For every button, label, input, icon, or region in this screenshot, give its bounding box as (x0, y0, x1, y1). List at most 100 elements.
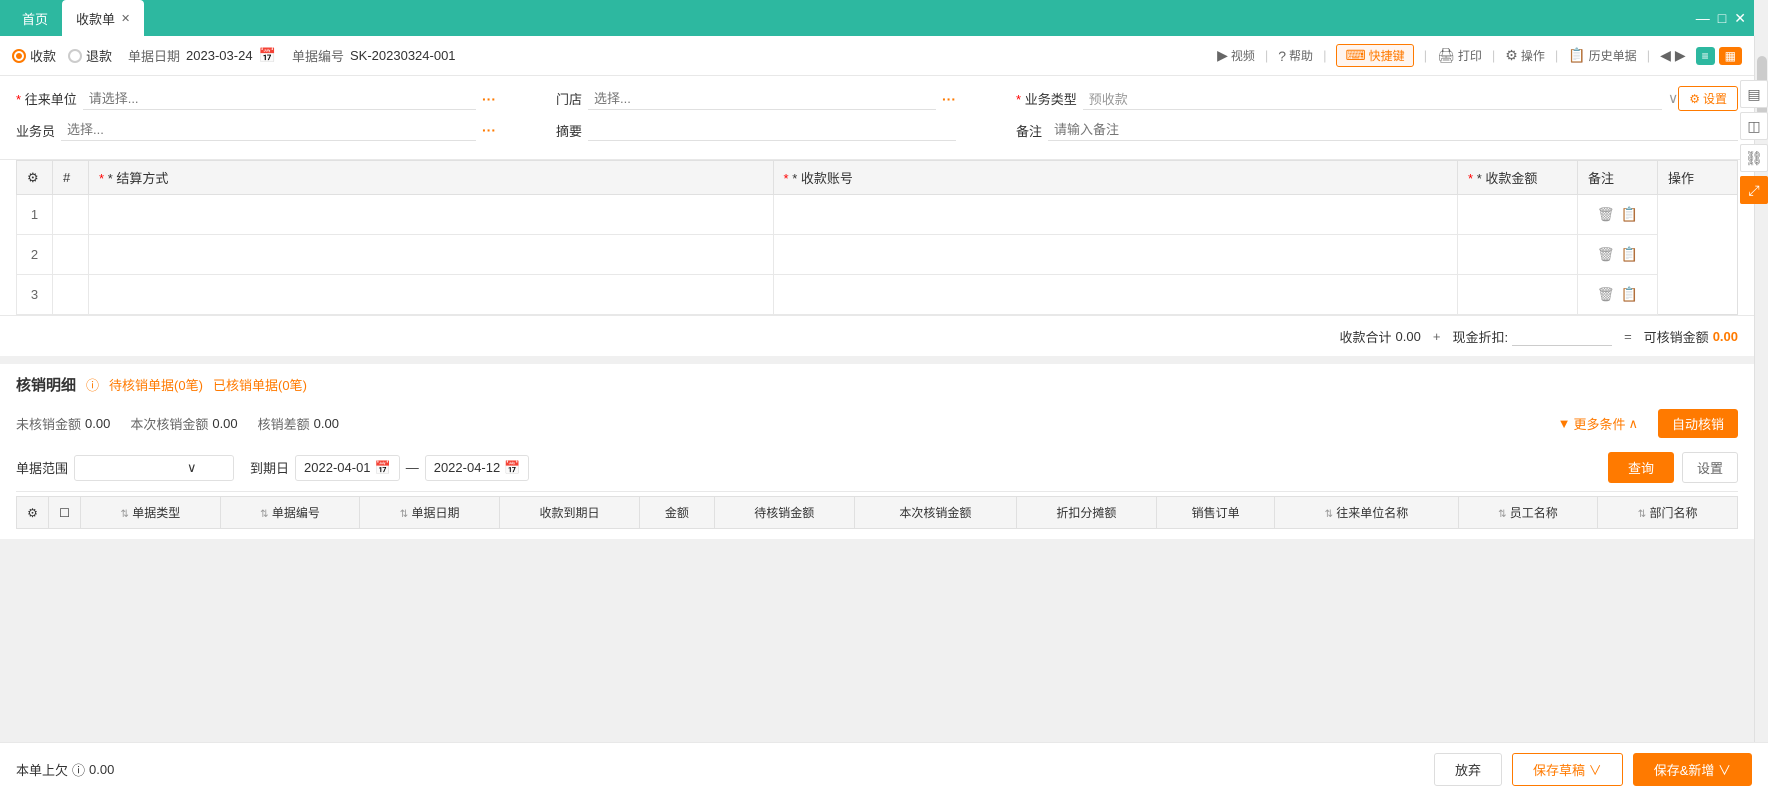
sidebar-table-icon[interactable]: ▤ (1740, 80, 1754, 108)
row2-account[interactable] (89, 235, 774, 275)
print-btn[interactable]: 🖨 打印 (1437, 47, 1482, 64)
layout-list-icon[interactable]: ≡ (1696, 47, 1715, 65)
total-item: 收款合计 0.00 (1340, 327, 1421, 346)
maximize-icon[interactable]: □ (1718, 10, 1726, 27)
calendar-icon[interactable]: 📅 (259, 47, 276, 64)
date-start-value: 2022-04-01 (304, 460, 371, 475)
calendar-end-icon[interactable]: 📅 (504, 460, 520, 476)
filter-actions: 查询 设置 (1608, 452, 1738, 483)
row3-settlement[interactable] (53, 275, 89, 315)
sidebar-expand-icon[interactable]: ⤢ (1740, 176, 1754, 204)
store-input[interactable] (588, 88, 936, 110)
sidebar-link-icon[interactable]: ⛓ (1740, 144, 1754, 172)
row3-delete-icon[interactable]: 🗑 (1597, 286, 1615, 303)
row1-account[interactable] (89, 195, 774, 235)
business-type-label: * 业务类型 (1016, 89, 1077, 108)
help-btn[interactable]: ? 帮助 (1278, 47, 1313, 64)
range-dropdown[interactable]: ∨ (74, 455, 234, 481)
date-end-input[interactable]: 2022-04-12 📅 (425, 455, 530, 481)
more-conditions-btn[interactable]: ▼ 更多条件 ∧ (1558, 414, 1638, 433)
query-button[interactable]: 查询 (1608, 452, 1674, 483)
close-icon[interactable]: ✕ (1734, 10, 1746, 27)
sidebar-document-icon[interactable]: ◫ (1740, 112, 1754, 140)
layout-grid-icon[interactable]: ▦ (1719, 47, 1742, 65)
row2-amount[interactable] (773, 235, 1458, 275)
salesperson-input[interactable] (61, 119, 476, 141)
discount-input[interactable] (1512, 326, 1612, 346)
tab-receipt[interactable]: 收款单 ✕ (62, 0, 144, 36)
row1-delete-icon[interactable]: 🗑 (1597, 206, 1615, 223)
row1-action-group: 🗑 📋 (1588, 206, 1647, 223)
store-ellipsis[interactable]: ··· (942, 91, 956, 107)
minimize-icon[interactable]: — (1696, 10, 1710, 27)
plus-symbol: + (1433, 329, 1441, 344)
row2-copy-icon[interactable]: 📋 (1621, 246, 1638, 263)
radio-refund-circle (68, 49, 82, 63)
tab-close-icon[interactable]: ✕ (121, 12, 130, 25)
settings-button[interactable]: ⚙ 设置 (1678, 86, 1738, 111)
note-label: 备注 (1016, 121, 1042, 140)
receivable-value: 0.00 (1713, 329, 1738, 344)
col-header-settings[interactable]: ⚙ (17, 161, 53, 195)
row2-note[interactable] (1458, 235, 1578, 275)
row2-num: 2 (17, 235, 53, 275)
operation-icon: ⚙ (1505, 47, 1518, 64)
col-counterpart-header: ⇅ 往来单位名称 (1275, 497, 1458, 529)
number-value: SK-20230324-001 (350, 48, 456, 63)
col-check-header[interactable]: ☐ (49, 497, 81, 529)
nav-prev[interactable]: ◀ (1660, 47, 1671, 64)
current-value: 0.00 (212, 416, 237, 431)
row3-account[interactable] (89, 275, 774, 315)
history-btn[interactable]: 📋 历史单据 (1568, 47, 1636, 64)
counterpart-ellipsis[interactable]: ··· (482, 91, 496, 107)
verification-info-icon[interactable]: ⓘ (86, 375, 99, 394)
row1-settlement[interactable] (53, 195, 89, 235)
total-label: 收款合计 (1340, 327, 1392, 346)
verification-title: 核销明细 (16, 374, 76, 395)
calendar-start-icon[interactable]: 📅 (375, 460, 391, 476)
total-value: 0.00 (1396, 329, 1421, 344)
pending-tab[interactable]: 待核销单据(0笔) (109, 375, 203, 394)
form-row-1: * 往来单位 ··· 门店 ··· * 业务类型 ∨ (16, 86, 1738, 111)
number-field: 单据编号 SK-20230324-001 (292, 46, 456, 65)
business-type-field: * 业务类型 ∨ (1016, 88, 1678, 110)
row3-note[interactable] (1458, 275, 1578, 315)
row2-delete-icon[interactable]: 🗑 (1597, 246, 1615, 263)
shortcut-btn[interactable]: ⌨ 快捷键 (1336, 44, 1413, 67)
date-start-input[interactable]: 2022-04-01 📅 (295, 455, 400, 481)
salesperson-ellipsis[interactable]: ··· (482, 122, 496, 138)
date-end-value: 2022-04-12 (434, 460, 501, 475)
table-row: 2 🗑 📋 (17, 235, 1738, 275)
receipt-table: ⚙ # * * 结算方式 * * 收款账号 * * 收款金额 备注 (16, 160, 1738, 315)
summary-input[interactable] (588, 119, 956, 141)
verify-settings-button[interactable]: 设置 (1682, 452, 1738, 483)
date-separator: — (406, 460, 419, 475)
row1-note[interactable] (1458, 195, 1578, 235)
business-type-dropdown[interactable]: ∨ (1668, 90, 1678, 107)
stats-row: 未核销金额 0.00 本次核销金额 0.00 核销差额 0.00 ▼ 更多条件 … (16, 403, 1738, 444)
radio-receipt[interactable]: 收款 (12, 46, 56, 65)
right-sidebar: ▤ ◫ ⛓ ⤢ (1740, 80, 1754, 204)
radio-refund[interactable]: 退款 (68, 46, 112, 65)
row2-action-group: 🗑 📋 (1588, 246, 1647, 263)
row3-amount[interactable] (773, 275, 1458, 315)
done-tab[interactable]: 已核销单据(0笔) (213, 375, 307, 394)
video-btn[interactable]: ▶ 视频 (1217, 47, 1255, 64)
row2-settlement[interactable] (53, 235, 89, 275)
col-date-header: ⇅ 单据日期 (360, 497, 500, 529)
row1-amount[interactable] (773, 195, 1458, 235)
business-type-input[interactable] (1083, 88, 1662, 110)
auto-verify-button[interactable]: 自动核销 (1658, 409, 1738, 438)
layout-icons: ≡ ▦ (1696, 47, 1742, 65)
discount-label: 现金折扣: (1452, 327, 1508, 346)
tab-home[interactable]: 首页 (8, 0, 62, 36)
row3-copy-icon[interactable]: 📋 (1621, 286, 1638, 303)
note-input[interactable] (1048, 119, 1738, 141)
row1-copy-icon[interactable]: 📋 (1621, 206, 1638, 223)
col-settings-header[interactable]: ⚙ (17, 497, 49, 529)
nav-next[interactable]: ▶ (1675, 47, 1686, 64)
operation-btn[interactable]: ⚙ 操作 (1505, 47, 1545, 64)
tab-bar: 首页 收款单 ✕ — □ ✕ (0, 0, 1754, 36)
verification-header: 核销明细 ⓘ 待核销单据(0笔) 已核销单据(0笔) (16, 374, 1738, 395)
counterpart-input[interactable] (83, 88, 476, 110)
